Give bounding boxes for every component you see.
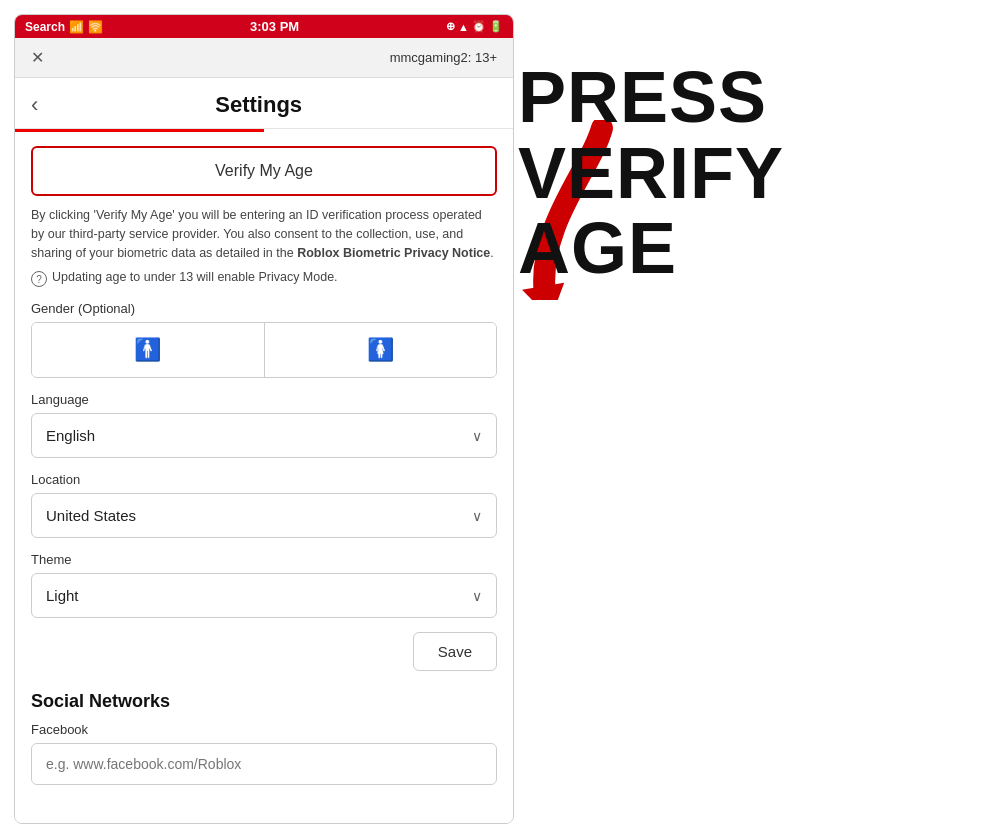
carrier-label: Search: [25, 20, 65, 34]
annotation-line3: AGE: [518, 211, 677, 287]
browser-url-text: mmcgaming2: 13+: [390, 50, 497, 65]
app-content: ‹ Settings Verify My Age By clicking 'Ve…: [15, 78, 513, 823]
annotation-line1: PRESS: [518, 60, 767, 136]
verify-age-button[interactable]: Verify My Age: [31, 146, 497, 196]
gps-icon: ⊕: [446, 20, 455, 33]
chevron-down-icon: ∨: [472, 508, 482, 524]
facebook-input[interactable]: [31, 743, 497, 785]
browser-bar: ✕ mmcgaming2: 13+: [15, 38, 513, 78]
privacy-note: ? Updating age to under 13 will enable P…: [31, 270, 497, 287]
status-bar: Search 📶 🛜 3:03 PM ⊕ ▲ ⏰ 🔋: [15, 15, 513, 38]
location-label: Location: [31, 472, 497, 487]
battery-icon: 🔋: [489, 20, 503, 33]
location-wrapper: Location United States ∨: [31, 472, 497, 538]
back-button[interactable]: ‹: [31, 92, 38, 118]
phone-frame: Search 📶 🛜 3:03 PM ⊕ ▲ ⏰ 🔋 ✕ mmcgaming2:…: [14, 14, 514, 824]
chevron-down-icon: ∨: [472, 588, 482, 604]
location-value: United States: [46, 507, 136, 524]
save-button[interactable]: Save: [413, 632, 497, 671]
press-verify-annotation: PRESS VERIFY AGE: [518, 60, 978, 287]
chevron-down-icon: ∨: [472, 428, 482, 444]
male-icon: 🚹: [134, 337, 161, 363]
status-right: ⊕ ▲ ⏰ 🔋: [446, 20, 503, 33]
theme-wrapper: Theme Light ∨: [31, 552, 497, 618]
signal-icon: 📶: [69, 20, 84, 34]
female-icon: 🚺: [367, 337, 394, 363]
language-label: Language: [31, 392, 497, 407]
facebook-label: Facebook: [31, 722, 497, 737]
wifi-icon: 🛜: [88, 20, 103, 34]
info-icon: ?: [31, 271, 47, 287]
main-content: Verify My Age By clicking 'Verify My Age…: [15, 132, 513, 799]
save-row: Save: [31, 632, 497, 671]
gender-male-button[interactable]: 🚹: [32, 323, 265, 377]
theme-value: Light: [46, 587, 79, 604]
annotation-line2: VERIFY: [518, 136, 784, 212]
settings-header: ‹ Settings: [15, 78, 513, 129]
theme-dropdown[interactable]: Light ∨: [31, 573, 497, 618]
language-wrapper: Language English ∨: [31, 392, 497, 458]
status-left: Search 📶 🛜: [25, 20, 103, 34]
page-title: Settings: [50, 92, 467, 118]
language-dropdown[interactable]: English ∨: [31, 413, 497, 458]
browser-close-button[interactable]: ✕: [31, 48, 44, 67]
social-networks-title: Social Networks: [31, 691, 497, 712]
privacy-note-text: Updating age to under 13 will enable Pri…: [52, 270, 338, 284]
arrow-icon: ▲: [458, 21, 469, 33]
biometric-link[interactable]: Roblox Biometric Privacy Notice: [297, 246, 490, 260]
language-value: English: [46, 427, 95, 444]
alarm-icon: ⏰: [472, 20, 486, 33]
gender-selector: 🚹 🚺: [31, 322, 497, 378]
gender-label: Gender (Optional): [31, 301, 497, 316]
location-dropdown[interactable]: United States ∨: [31, 493, 497, 538]
gender-female-button[interactable]: 🚺: [265, 323, 497, 377]
theme-label: Theme: [31, 552, 497, 567]
verify-description: By clicking 'Verify My Age' you will be …: [31, 206, 497, 262]
status-time: 3:03 PM: [250, 19, 299, 34]
